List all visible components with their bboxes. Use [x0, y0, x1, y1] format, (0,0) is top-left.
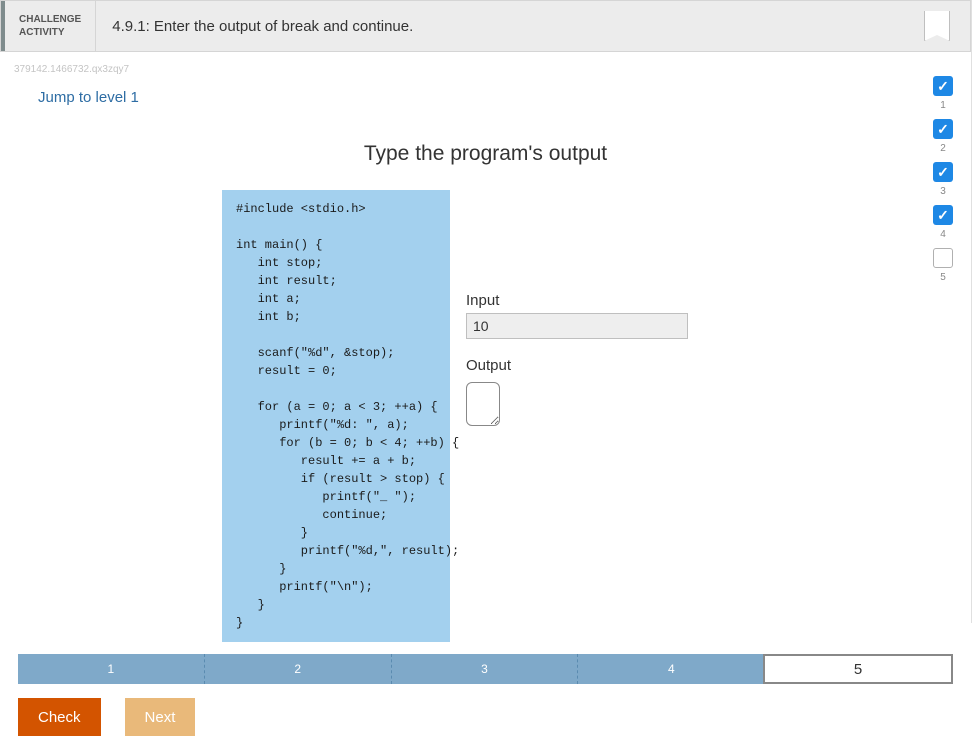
step-4-num: 4: [940, 229, 946, 240]
check-icon: [937, 164, 949, 181]
progress-steps: 1 2 3 4 5: [933, 76, 953, 283]
io-column: Input Output: [466, 190, 688, 642]
step-1-num: 1: [940, 100, 946, 111]
code-block: #include <stdio.h> int main() { int stop…: [222, 190, 450, 642]
output-label: Output: [466, 357, 688, 374]
step-4-box[interactable]: [933, 205, 953, 225]
challenge-activity-label: CHALLENGE ACTIVITY: [1, 1, 96, 51]
challenge-title: 4.9.1: Enter the output of break and con…: [96, 18, 924, 35]
check-button[interactable]: Check: [18, 698, 101, 736]
level-seg-4[interactable]: 4: [578, 654, 764, 684]
challenge-header: CHALLENGE ACTIVITY 4.9.1: Enter the outp…: [0, 0, 971, 52]
challenge-label-line2: ACTIVITY: [19, 26, 81, 39]
step-3-box[interactable]: [933, 162, 953, 182]
step-2-box[interactable]: [933, 119, 953, 139]
content-row: #include <stdio.h> int main() { int stop…: [0, 190, 971, 642]
input-field: [466, 313, 688, 339]
check-icon: [937, 121, 949, 138]
step-2-num: 2: [940, 143, 946, 154]
activity-id: 379142.1466732.qx3zqy7: [0, 52, 971, 75]
buttons-row: Check Next: [18, 698, 971, 736]
level-seg-current[interactable]: 5: [763, 654, 953, 684]
input-label: Input: [466, 292, 688, 309]
step-3-num: 3: [940, 186, 946, 197]
step-5-box[interactable]: [933, 248, 953, 268]
step-5-num: 5: [940, 272, 946, 283]
level-seg-1[interactable]: 1: [18, 654, 205, 684]
jump-to-level-link[interactable]: Jump to level 1: [0, 75, 971, 106]
next-button[interactable]: Next: [125, 698, 196, 736]
challenge-label-line1: CHALLENGE: [19, 13, 81, 26]
bookmark-icon[interactable]: [924, 11, 950, 41]
check-icon: [937, 207, 949, 224]
prompt-title: Type the program's output: [0, 142, 971, 166]
level-seg-3[interactable]: 3: [392, 654, 579, 684]
level-bar: 1 2 3 4 5: [18, 654, 953, 684]
check-icon: [937, 78, 949, 95]
level-seg-2[interactable]: 2: [205, 654, 392, 684]
step-1-box[interactable]: [933, 76, 953, 96]
output-field[interactable]: [466, 382, 500, 426]
